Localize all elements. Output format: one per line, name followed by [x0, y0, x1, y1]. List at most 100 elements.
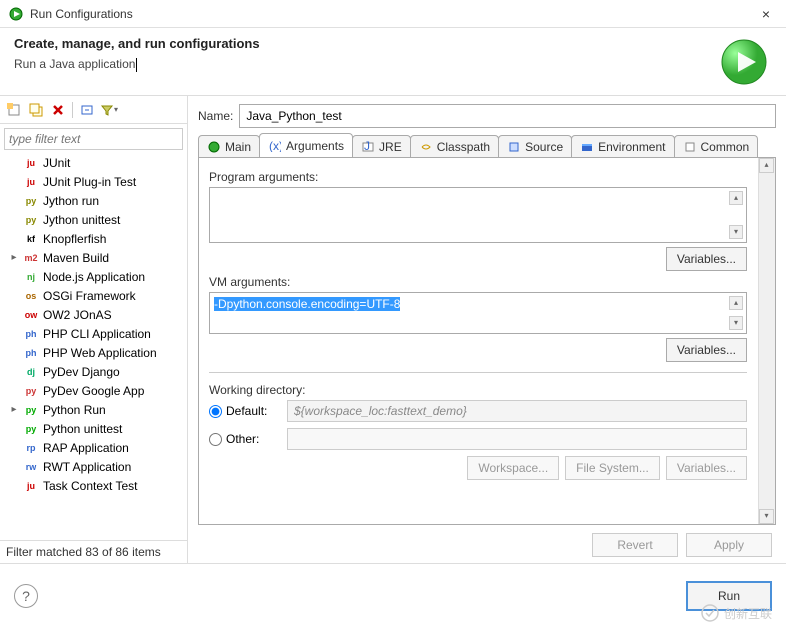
env-icon: [580, 140, 594, 154]
content-scrollbar[interactable]: ▴▾: [758, 158, 775, 524]
collapse-all-button[interactable]: [77, 100, 97, 120]
other-workdir-field: [287, 428, 747, 450]
tree-filter-input[interactable]: [4, 128, 183, 150]
source-icon: [507, 140, 521, 154]
duplicate-config-button[interactable]: [26, 100, 46, 120]
right-pane: Name: Main (x)=ArgumentsJJREClasspathSour…: [188, 96, 786, 563]
tab-environment[interactable]: Environment: [571, 135, 674, 157]
config-type-icon: py: [23, 402, 39, 418]
name-input[interactable]: [239, 104, 776, 128]
tree-item[interactable]: rwRWT Application: [3, 457, 184, 476]
apply-button: Apply: [686, 533, 772, 557]
name-label: Name:: [198, 109, 233, 123]
config-type-icon: m2: [23, 250, 39, 266]
tree-item[interactable]: osOSGi Framework: [3, 286, 184, 305]
program-args-label: Program arguments:: [209, 170, 747, 184]
tree-item[interactable]: phPHP Web Application: [3, 343, 184, 362]
tab-label: Main: [225, 140, 251, 154]
config-type-icon: py: [23, 421, 39, 437]
run-button[interactable]: Run: [686, 581, 772, 611]
vm-args-textarea[interactable]: -Dpython.console.encoding=UTF-8: [209, 292, 747, 334]
tree-toolbar: ▾: [0, 96, 187, 124]
config-type-icon: ju: [23, 155, 39, 171]
tab-classpath[interactable]: Classpath: [410, 135, 499, 157]
config-type-icon: ju: [23, 174, 39, 190]
tree-item-label: PHP CLI Application: [43, 327, 151, 341]
tree-item[interactable]: njNode.js Application: [3, 267, 184, 286]
program-variables-button[interactable]: Variables...: [666, 247, 747, 271]
working-dir-label: Working directory:: [209, 383, 747, 397]
header-subtitle: Run a Java application: [14, 57, 137, 72]
toolbar-separator: [72, 102, 73, 118]
config-type-icon: ju: [23, 478, 39, 494]
tree-item[interactable]: ▸ m2 Maven Build: [3, 248, 184, 267]
tab-common[interactable]: Common: [674, 135, 759, 157]
header-title: Create, manage, and run configurations: [14, 36, 772, 51]
tab-arguments[interactable]: (x)=Arguments: [259, 133, 353, 157]
tree-item[interactable]: ju Task Context Test: [3, 476, 184, 495]
tab-source[interactable]: Source: [498, 135, 572, 157]
close-icon[interactable]: ×: [754, 6, 778, 22]
other-radio[interactable]: [209, 433, 222, 446]
tree-item[interactable]: pyJython unittest: [3, 210, 184, 229]
expand-icon[interactable]: ▸: [9, 252, 19, 263]
tab-main[interactable]: Main: [198, 135, 260, 157]
default-workdir-field: [287, 400, 747, 422]
tree-item[interactable]: juJUnit Plug-in Test: [3, 172, 184, 191]
tree-item-label: Jython run: [43, 194, 99, 208]
config-type-icon: kf: [23, 231, 39, 247]
svg-text:J: J: [364, 141, 370, 153]
jre-icon: J: [361, 140, 375, 154]
config-type-icon: ow: [23, 307, 39, 323]
arguments-tab-content: Program arguments: ▴▾ Variables... VM ar…: [198, 158, 776, 525]
tree-item[interactable]: phPHP CLI Application: [3, 324, 184, 343]
common-icon: [683, 140, 697, 154]
wd-variables-button: Variables...: [666, 456, 747, 480]
config-type-icon: nj: [23, 269, 39, 285]
tab-label: Common: [701, 140, 750, 154]
filter-button[interactable]: ▾: [99, 100, 119, 120]
tree-item[interactable]: py Python unittest: [3, 419, 184, 438]
workspace-button: Workspace...: [467, 456, 559, 480]
tree-item-label: Maven Build: [43, 251, 109, 265]
tree-item-label: Task Context Test: [43, 479, 138, 493]
config-tree[interactable]: juJUnitjuJUnit Plug-in TestpyJython runp…: [2, 150, 185, 540]
dialog-body: ▾ juJUnitjuJUnit Plug-in Test py Jython ru…: [0, 96, 786, 564]
tab-bar: Main (x)=ArgumentsJJREClasspathSource Envi…: [198, 134, 776, 158]
titlebar-title: Run Configurations: [30, 7, 754, 21]
vm-variables-button[interactable]: Variables...: [666, 338, 747, 362]
help-button[interactable]: ?: [14, 584, 38, 608]
default-radio[interactable]: [209, 405, 222, 418]
tree-item[interactable]: juJUnit: [3, 153, 184, 172]
delete-config-button[interactable]: [48, 100, 68, 120]
tree-item-label: RAP Application: [43, 441, 129, 455]
tree-item[interactable]: owOW2 JOnAS: [3, 305, 184, 324]
tree-item[interactable]: kfKnopflerfish: [3, 229, 184, 248]
header: Create, manage, and run configurations R…: [0, 28, 786, 96]
other-radio-label[interactable]: Other:: [209, 432, 279, 446]
circle-green-icon: [207, 140, 221, 154]
tree-item[interactable]: djPyDev Django: [3, 362, 184, 381]
tree-item-label: RWT Application: [43, 460, 131, 474]
run-config-icon: [8, 6, 24, 22]
tab-label: Environment: [598, 140, 665, 154]
config-type-icon: ph: [23, 345, 39, 361]
tree-item[interactable]: rp RAP Application: [3, 438, 184, 457]
new-config-button[interactable]: [4, 100, 24, 120]
tree-item-label: Python unittest: [43, 422, 122, 436]
tab-jre[interactable]: JJRE: [352, 135, 411, 157]
config-type-icon: py: [23, 193, 39, 209]
config-type-icon: py: [23, 212, 39, 228]
tree-item-label: OSGi Framework: [43, 289, 136, 303]
tab-label: Arguments: [286, 139, 344, 153]
expand-icon[interactable]: ▸: [9, 404, 19, 415]
tree-item[interactable]: py Jython run: [3, 191, 184, 210]
tree-item-label: PyDev Google App: [43, 384, 144, 398]
left-pane: ▾ juJUnitjuJUnit Plug-in Test py Jython ru…: [0, 96, 188, 563]
tree-item[interactable]: ▸pyPython Run: [3, 400, 184, 419]
program-args-textarea[interactable]: [209, 187, 747, 243]
config-type-icon: rp: [23, 440, 39, 456]
tree-item-label: PyDev Django: [43, 365, 120, 379]
tree-item[interactable]: pyPyDev Google App: [3, 381, 184, 400]
default-radio-label[interactable]: Default:: [209, 404, 279, 418]
